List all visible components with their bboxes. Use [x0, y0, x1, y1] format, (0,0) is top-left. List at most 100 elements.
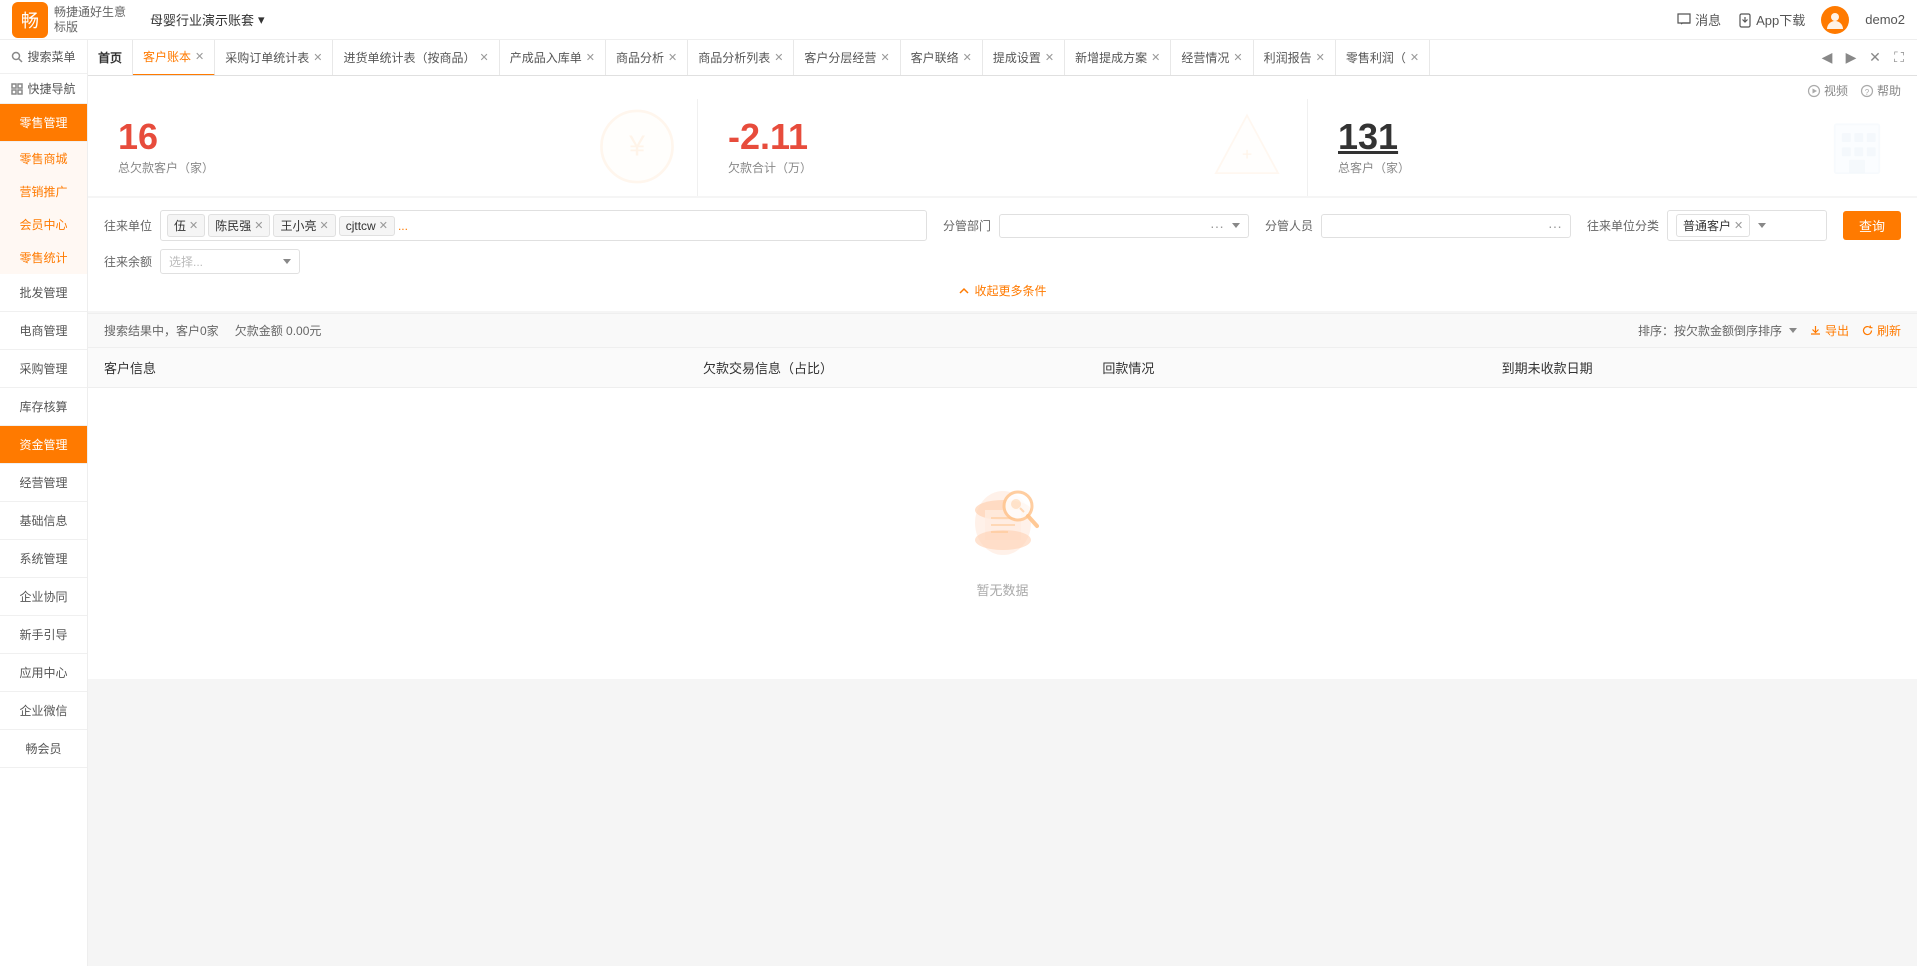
messages-link[interactable]: 消息	[1676, 10, 1721, 29]
tab-next-btn[interactable]: ▶	[1841, 48, 1861, 68]
tab-home[interactable]: 首页	[88, 40, 133, 76]
remainder-select[interactable]: 选择...	[160, 249, 300, 274]
sidebar-item-ecommerce[interactable]: 电商管理	[0, 312, 87, 350]
help-link[interactable]: ? 帮助	[1860, 82, 1901, 99]
filter-more-btn[interactable]: ...	[398, 219, 408, 233]
tab-customer-book[interactable]: 客户账本 ✕	[133, 40, 215, 76]
stat-values-total-customers: 131 总客户（家）	[1338, 119, 1410, 176]
unit-tag-input[interactable]: 伍 ✕ 陈民强 ✕ 王小亮 ✕ cjttcw ✕	[160, 210, 927, 241]
sidebar-item-enterprise[interactable]: 企业协同	[0, 578, 87, 616]
tab-prev-btn[interactable]: ◀	[1817, 48, 1837, 68]
table-header: 客户信息 欠款交易信息（占比） 回款情况 到期未收款日期	[88, 348, 1917, 388]
collapse-btn[interactable]: 收起更多条件	[104, 282, 1901, 299]
tab-customer-contact[interactable]: 客户联络 ✕	[901, 40, 983, 76]
page-help-bar: 视频 ? 帮助	[88, 76, 1917, 99]
sidebar-item-retail-stats[interactable]: 零售统计	[0, 241, 87, 274]
col-customer-info: 客户信息	[104, 358, 703, 377]
tab-ops-status[interactable]: 经营情况 ✕	[1171, 40, 1253, 76]
tab-close-customer-book[interactable]: ✕	[195, 50, 204, 63]
top-bar: 畅 畅捷通好生意 标版 母婴行业演示账套 ▾ 消息 App下载 demo2	[0, 0, 1917, 40]
sidebar: 搜索菜单 快捷导航 零售管理 零售商城 营销推广 会员中心 零售统计 批发管理 …	[0, 40, 88, 966]
tab-maximize-btn[interactable]: ⛶	[1889, 48, 1909, 68]
tab-customer-tier[interactable]: 客户分层经营 ✕	[794, 40, 900, 76]
dept-select[interactable]: ​ ···	[999, 214, 1249, 238]
sidebar-item-inventory[interactable]: 库存核算	[0, 388, 87, 426]
empty-text: 暂无数据	[976, 580, 1028, 599]
content-area: 首页 客户账本 ✕ 采购订单统计表 ✕ 进货单统计表（按商品） ✕ 产成品入库单…	[88, 40, 1917, 966]
tag-chen[interactable]: 陈民强 ✕	[208, 214, 270, 237]
sidebar-item-basic-info[interactable]: 基础信息	[0, 502, 87, 540]
filter-unit-label: 往来单位	[104, 217, 152, 234]
unit-class-select[interactable]: 普通客户 ✕	[1667, 210, 1827, 241]
sidebar-item-retail-mgmt[interactable]: 零售管理	[0, 104, 87, 142]
tab-purchase-order-stats[interactable]: 采购订单统计表 ✕	[215, 40, 333, 76]
tag-wu-remove[interactable]: ✕	[189, 219, 198, 232]
sidebar-item-marketing[interactable]: 营销推广	[0, 175, 87, 208]
tag-cjttcw-remove[interactable]: ✕	[379, 219, 388, 232]
tag-chen-remove[interactable]: ✕	[254, 219, 263, 232]
sidebar-nav[interactable]: 快捷导航	[0, 74, 87, 104]
sidebar-item-member-center[interactable]: 会员中心	[0, 208, 87, 241]
tab-close-purchase-order-stats[interactable]: ✕	[313, 51, 322, 64]
tag-cjttcw[interactable]: cjttcw ✕	[339, 216, 395, 236]
tab-close-new-promo-plan[interactable]: ✕	[1151, 51, 1160, 64]
tab-close-purchase-stats-product[interactable]: ✕	[480, 51, 489, 64]
sidebar-item-purchase[interactable]: 采购管理	[0, 350, 87, 388]
tab-close-promo-settings[interactable]: ✕	[1045, 51, 1054, 64]
remainder-chevron-icon	[283, 259, 291, 264]
chevron-down-icon: ▾	[258, 12, 265, 28]
logo-area: 畅 畅捷通好生意 标版	[12, 2, 126, 38]
tag-normal-customer-remove[interactable]: ✕	[1734, 219, 1743, 232]
tab-close-customer-tier[interactable]: ✕	[880, 51, 889, 64]
sidebar-item-wechat[interactable]: 企业微信	[0, 692, 87, 730]
tab-close-all-btn[interactable]: ✕	[1865, 48, 1885, 68]
sidebar-item-sys-mgmt[interactable]: 系统管理	[0, 540, 87, 578]
stat-values-credit-customers: 16 总欠款客户（家）	[118, 119, 214, 176]
org-selector[interactable]: 母婴行业演示账套 ▾	[150, 10, 265, 29]
person-more-btn[interactable]: ···	[1548, 218, 1562, 234]
tab-purchase-stats-product[interactable]: 进货单统计表（按商品） ✕	[333, 40, 499, 76]
dept-more-btn[interactable]: ···	[1210, 218, 1224, 234]
filter-remainder-label: 往来余额	[104, 253, 152, 270]
stat-card-credit-customers: ¥ 16 总欠款客户（家）	[88, 99, 698, 196]
sidebar-item-vip[interactable]: 畅会员	[0, 730, 87, 768]
query-button[interactable]: 查询	[1843, 211, 1901, 240]
sidebar-item-batch-mgmt[interactable]: 批发管理	[0, 274, 87, 312]
tab-product-analysis[interactable]: 商品分析 ✕	[606, 40, 688, 76]
tab-promo-settings[interactable]: 提成设置 ✕	[983, 40, 1065, 76]
sidebar-item-ops[interactable]: 经营管理	[0, 464, 87, 502]
stat-label-credit-customers: 总欠款客户（家）	[118, 159, 214, 176]
tab-bar: 首页 客户账本 ✕ 采购订单统计表 ✕ 进货单统计表（按商品） ✕ 产成品入库单…	[88, 40, 1917, 76]
sidebar-search[interactable]: 搜索菜单	[0, 40, 87, 74]
tab-close-customer-contact[interactable]: ✕	[963, 51, 972, 64]
tag-normal-customer[interactable]: 普通客户 ✕	[1676, 214, 1750, 237]
col-credit-transactions: 欠款交易信息（占比）	[703, 358, 1102, 377]
tag-wang-remove[interactable]: ✕	[320, 219, 329, 232]
tab-new-promo-plan[interactable]: 新增提成方案 ✕	[1065, 40, 1171, 76]
sidebar-item-app-center[interactable]: 应用中心	[0, 654, 87, 692]
export-btn[interactable]: 导出	[1809, 322, 1849, 339]
tab-close-product-entry[interactable]: ✕	[586, 51, 595, 64]
tag-wang[interactable]: 王小亮 ✕	[273, 214, 335, 237]
tab-close-retail-profit[interactable]: ✕	[1410, 51, 1419, 64]
refresh-btn[interactable]: 刷新	[1861, 322, 1901, 339]
sidebar-item-retail-shop[interactable]: 零售商城	[0, 142, 87, 175]
app-download-link[interactable]: App下载	[1737, 10, 1805, 29]
empty-icon	[953, 468, 1053, 568]
tab-retail-profit[interactable]: 零售利润（ ✕	[1336, 40, 1430, 76]
sidebar-item-finance[interactable]: 资金管理	[0, 426, 87, 464]
tab-close-product-analysis-list[interactable]: ✕	[774, 51, 783, 64]
logo-icon: 畅	[12, 2, 48, 38]
tab-close-product-analysis[interactable]: ✕	[668, 51, 677, 64]
tab-profit-report[interactable]: 利润报告 ✕	[1254, 40, 1336, 76]
tab-product-entry[interactable]: 产成品入库单 ✕	[500, 40, 606, 76]
tag-wu[interactable]: 伍 ✕	[167, 214, 205, 237]
sort-select[interactable]: 排序：按欠款金额倒序排序	[1638, 322, 1797, 339]
tab-close-profit-report[interactable]: ✕	[1316, 51, 1325, 64]
video-link[interactable]: 视频	[1807, 82, 1848, 99]
avatar[interactable]	[1821, 6, 1849, 34]
sidebar-item-new-guide[interactable]: 新手引导	[0, 616, 87, 654]
tab-product-analysis-list[interactable]: 商品分析列表 ✕	[688, 40, 794, 76]
tab-close-ops-status[interactable]: ✕	[1233, 51, 1242, 64]
person-select[interactable]: ​ ···	[1321, 214, 1571, 238]
